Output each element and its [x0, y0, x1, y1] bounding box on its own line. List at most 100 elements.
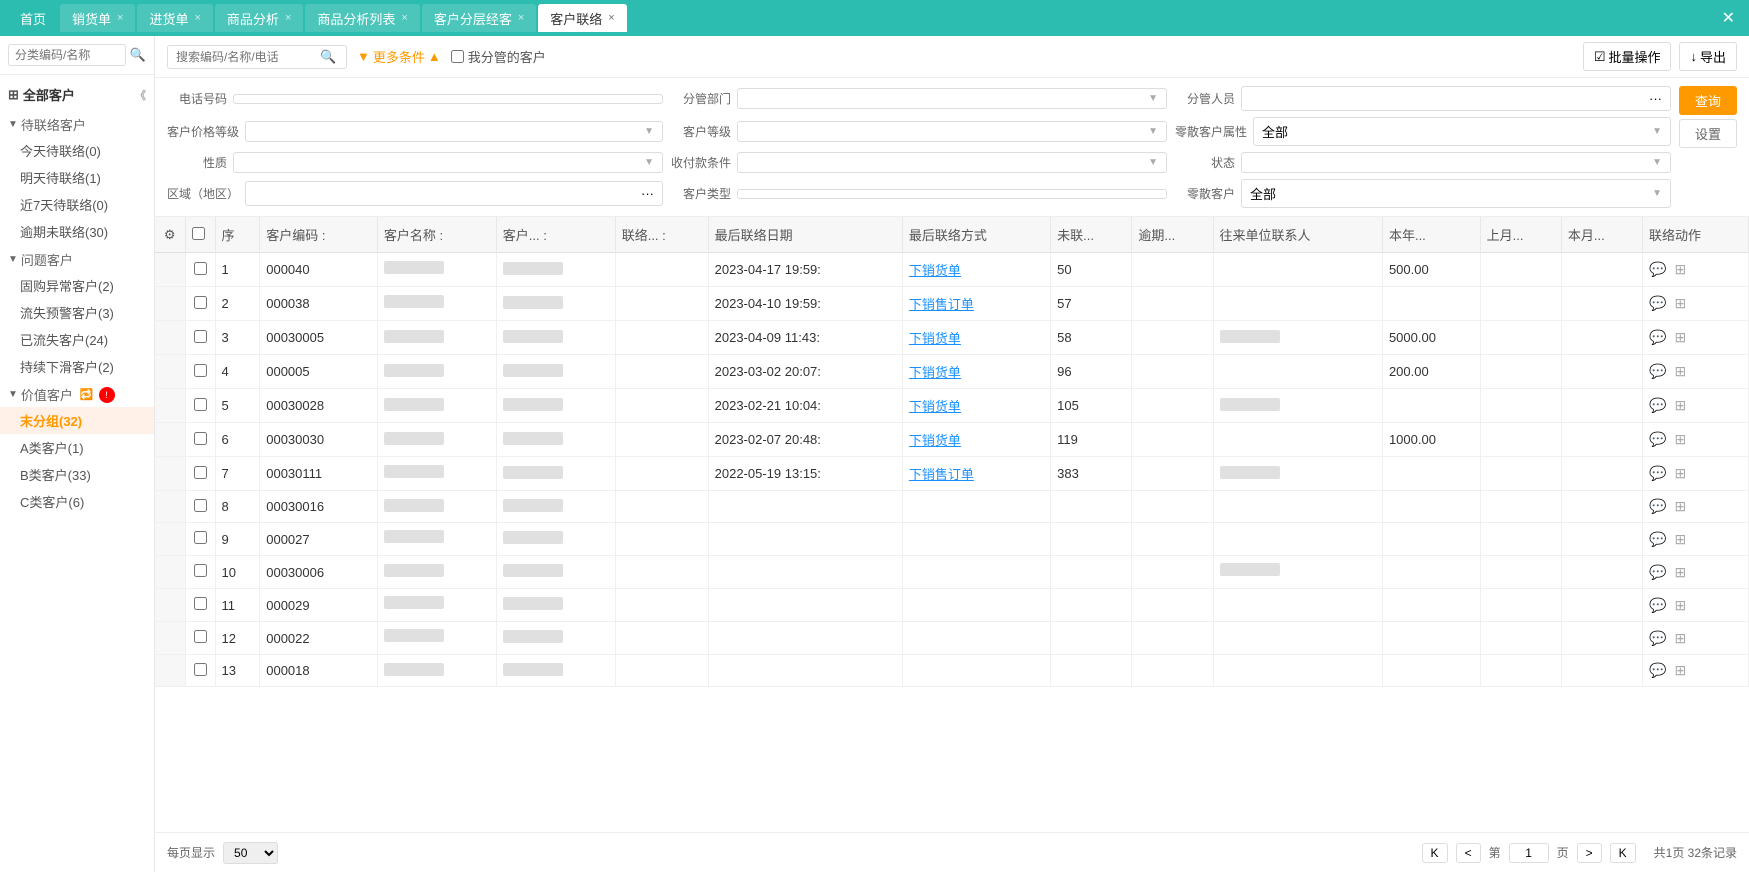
- grid-action-icon[interactable]: ⊞: [1674, 431, 1686, 448]
- tab-product-analysis-list[interactable]: 商品分析列表 ×: [305, 4, 419, 32]
- more-filters-button[interactable]: ▼ 更多条件 ▲: [357, 47, 441, 66]
- chat-icon[interactable]: 💬: [1649, 295, 1666, 312]
- row-select-checkbox[interactable]: [194, 262, 207, 275]
- prev-page-button[interactable]: <: [1456, 843, 1481, 863]
- status-select[interactable]: ▼: [1241, 152, 1671, 173]
- query-button[interactable]: 查询: [1679, 86, 1737, 115]
- sidebar-item-today-pending[interactable]: 今天待联络(0): [0, 137, 154, 164]
- grid-action-icon[interactable]: ⊞: [1674, 363, 1686, 380]
- chat-icon[interactable]: 💬: [1649, 397, 1666, 414]
- chat-icon[interactable]: 💬: [1649, 564, 1666, 581]
- tab-sales-order[interactable]: 销货单 ×: [60, 4, 135, 32]
- grid-action-icon[interactable]: ⊞: [1674, 465, 1686, 482]
- last-page-button[interactable]: K: [1610, 843, 1636, 863]
- price-level-select[interactable]: ▼: [245, 121, 663, 142]
- chat-icon[interactable]: 💬: [1649, 531, 1666, 548]
- grid-action-icon[interactable]: ⊞: [1674, 397, 1686, 414]
- row-select-checkbox[interactable]: [194, 432, 207, 445]
- last-method-link[interactable]: 下销货单: [909, 331, 961, 346]
- grid-action-icon[interactable]: ⊞: [1674, 597, 1686, 614]
- settings-col-header[interactable]: ⚙: [155, 217, 185, 253]
- chat-icon[interactable]: 💬: [1649, 329, 1666, 346]
- phone-input[interactable]: [233, 94, 663, 104]
- close-icon[interactable]: ×: [608, 12, 614, 24]
- all-customers-header[interactable]: ⊞ 全部客户 《: [0, 79, 154, 110]
- tab-product-analysis[interactable]: 商品分析 ×: [215, 4, 303, 32]
- tab-purchase-order[interactable]: 进货单 ×: [137, 4, 212, 32]
- payment-select[interactable]: ▼: [737, 152, 1167, 173]
- last-method-link[interactable]: 下销货单: [909, 365, 961, 380]
- sidebar-item-class-a[interactable]: A类客户(1): [0, 434, 154, 461]
- customer-type-select[interactable]: [737, 189, 1167, 199]
- grid-action-icon[interactable]: ⊞: [1674, 498, 1686, 515]
- chat-icon[interactable]: 💬: [1649, 662, 1666, 679]
- manager-input[interactable]: ···: [1241, 86, 1671, 111]
- reset-button[interactable]: 设置: [1679, 119, 1737, 148]
- sidebar-item-tomorrow-pending[interactable]: 明天待联络(1): [0, 164, 154, 191]
- chat-icon[interactable]: 💬: [1649, 630, 1666, 647]
- section-problem-customers[interactable]: ▼ 问题客户: [0, 245, 154, 272]
- last-method-link[interactable]: 下销货单: [909, 399, 961, 414]
- close-icon[interactable]: ×: [194, 12, 200, 24]
- page-size-select[interactable]: 50 100 200: [223, 842, 278, 864]
- chat-icon[interactable]: 💬: [1649, 261, 1666, 278]
- row-select-checkbox[interactable]: [194, 330, 207, 343]
- sidebar-item-class-c[interactable]: C类客户(6): [0, 488, 154, 515]
- row-select-checkbox[interactable]: [194, 398, 207, 411]
- tab-customer-contact[interactable]: 客户联络 ×: [538, 4, 626, 32]
- chat-icon[interactable]: 💬: [1649, 597, 1666, 614]
- customer-level-select[interactable]: ▼: [737, 121, 1167, 142]
- department-select[interactable]: ▼: [737, 88, 1167, 109]
- section-pending-contact[interactable]: ▼ 待联络客户: [0, 110, 154, 137]
- sidebar-item-declining[interactable]: 持续下滑客户(2): [0, 353, 154, 380]
- grid-action-icon[interactable]: ⊞: [1674, 295, 1686, 312]
- sidebar-item-abnormal-purchase[interactable]: 固购异常客户(2): [0, 272, 154, 299]
- row-select-checkbox[interactable]: [194, 663, 207, 676]
- nature-select[interactable]: ▼: [233, 152, 663, 173]
- sidebar-item-ungrouped[interactable]: 末分组(32): [0, 407, 154, 434]
- row-select-checkbox[interactable]: [194, 466, 207, 479]
- export-button[interactable]: ↓ 导出: [1679, 42, 1737, 71]
- chat-icon[interactable]: 💬: [1649, 363, 1666, 380]
- grid-action-icon[interactable]: ⊞: [1674, 531, 1686, 548]
- close-icon[interactable]: ×: [401, 12, 407, 24]
- grid-action-icon[interactable]: ⊞: [1674, 564, 1686, 581]
- close-icon[interactable]: ×: [117, 12, 123, 24]
- row-select-checkbox[interactable]: [194, 296, 207, 309]
- page-number-input[interactable]: [1509, 843, 1549, 863]
- sidebar-item-class-b[interactable]: B类客户(33): [0, 461, 154, 488]
- row-select-checkbox[interactable]: [194, 597, 207, 610]
- first-page-button[interactable]: K: [1422, 843, 1448, 863]
- sidebar-item-7day-pending[interactable]: 近7天待联络(0): [0, 191, 154, 218]
- grid-action-icon[interactable]: ⊞: [1674, 630, 1686, 647]
- last-method-link[interactable]: 下销售订单: [909, 297, 974, 312]
- sidebar-item-overdue-contact[interactable]: 逾期未联络(30): [0, 218, 154, 245]
- tab-customer-tier[interactable]: 客户分层经客 ×: [422, 4, 536, 32]
- category-search-input[interactable]: [8, 44, 126, 66]
- main-search-input[interactable]: [176, 50, 316, 64]
- row-select-checkbox[interactable]: [194, 531, 207, 544]
- grid-action-icon[interactable]: ⊞: [1674, 329, 1686, 346]
- next-page-button[interactable]: >: [1577, 843, 1602, 863]
- row-select-checkbox[interactable]: [194, 364, 207, 377]
- last-method-link[interactable]: 下销货单: [909, 433, 961, 448]
- window-close-button[interactable]: ✕: [1716, 8, 1741, 28]
- collapse-icon[interactable]: 《: [135, 87, 146, 103]
- tab-home[interactable]: 首页: [8, 4, 58, 32]
- sidebar-item-churned[interactable]: 已流失客户(24): [0, 326, 154, 353]
- chat-icon[interactable]: 💬: [1649, 465, 1666, 482]
- row-select-checkbox[interactable]: [194, 499, 207, 512]
- retail-attr-select[interactable]: 全部 ▼: [1253, 117, 1671, 146]
- batch-operation-button[interactable]: ☑ 批量操作: [1583, 42, 1672, 71]
- select-all-checkbox[interactable]: [192, 227, 205, 240]
- last-method-link[interactable]: 下销货单: [909, 263, 961, 278]
- chat-icon[interactable]: 💬: [1649, 431, 1666, 448]
- retail-customer-select[interactable]: 全部 ▼: [1241, 179, 1671, 208]
- sidebar-item-churn-warning[interactable]: 流失预警客户(3): [0, 299, 154, 326]
- row-select-checkbox[interactable]: [194, 630, 207, 643]
- close-icon[interactable]: ×: [518, 12, 524, 24]
- close-icon[interactable]: ×: [285, 12, 291, 24]
- last-method-link[interactable]: 下销售订单: [909, 467, 974, 482]
- grid-action-icon[interactable]: ⊞: [1674, 662, 1686, 679]
- my-customers-checkbox[interactable]: [451, 50, 464, 63]
